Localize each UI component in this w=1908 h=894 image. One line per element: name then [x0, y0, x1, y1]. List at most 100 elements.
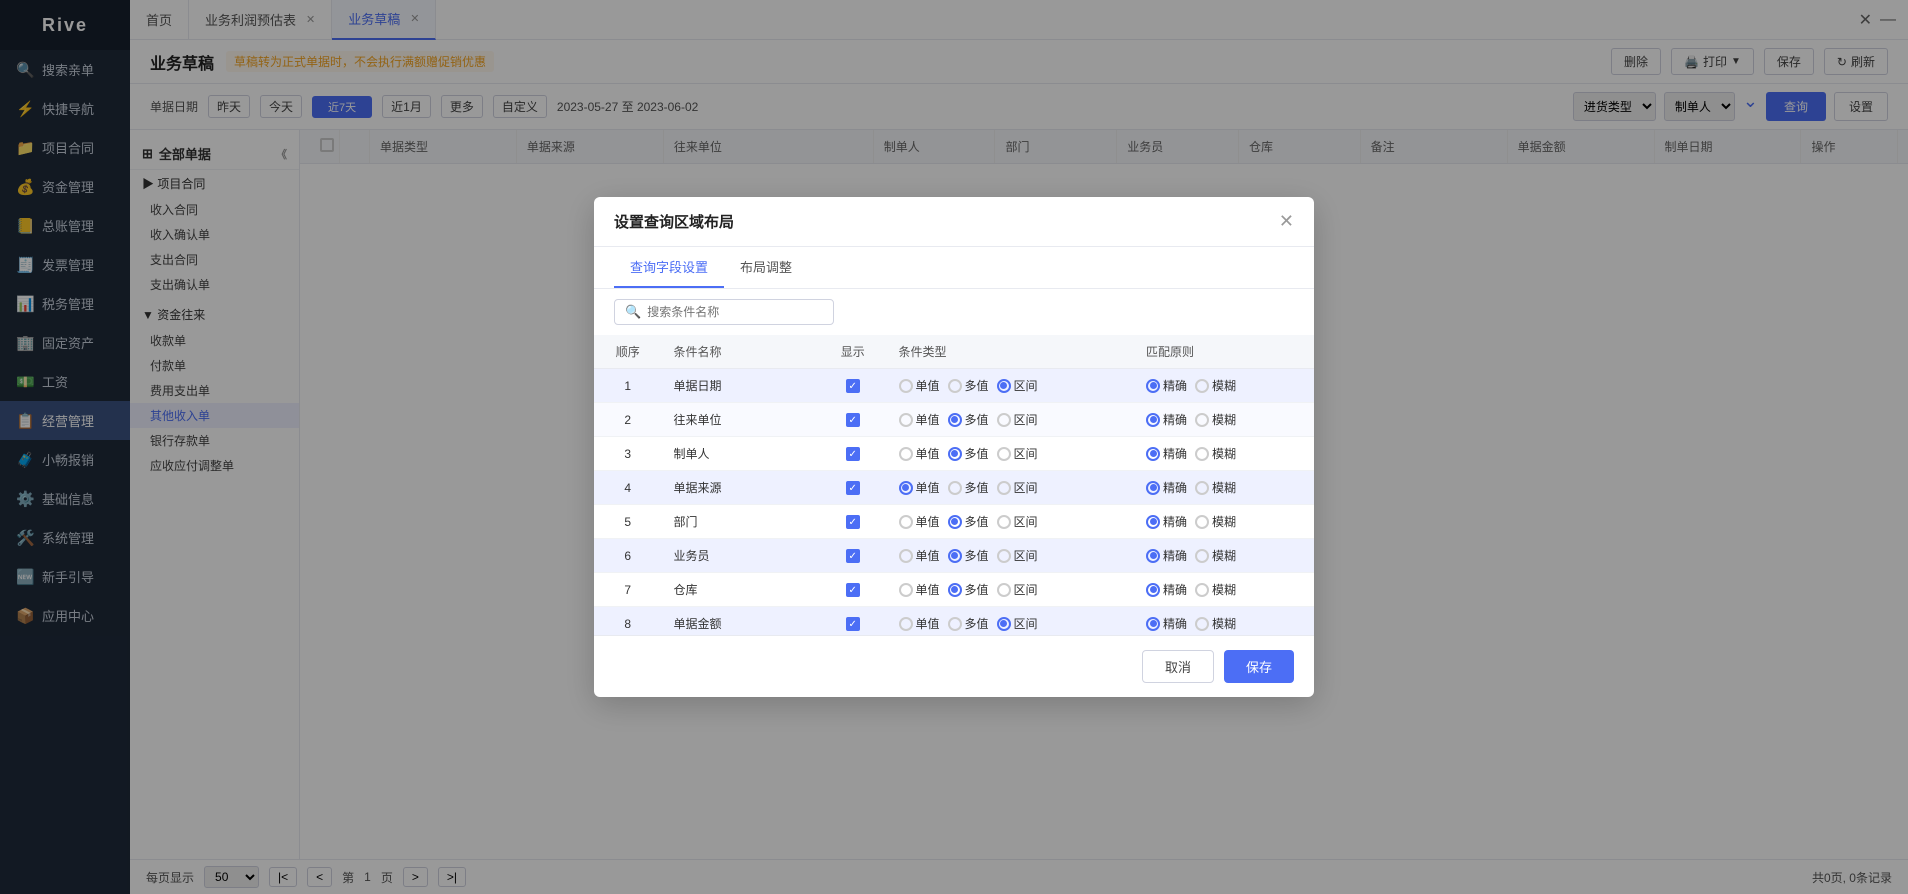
radio-precise-circle — [1146, 617, 1160, 631]
type-multi[interactable]: 多值 — [948, 615, 989, 632]
row-name: 单据日期 — [662, 369, 820, 403]
display-checkbox[interactable]: ✓ — [846, 481, 860, 495]
row-type: 单值 多值 区间 — [887, 403, 1135, 437]
match-precise[interactable]: 精确 — [1146, 615, 1187, 632]
type-multi[interactable]: 多值 — [948, 445, 989, 462]
row-order: 4 — [594, 471, 662, 505]
radio-multi-circle — [948, 481, 962, 495]
display-checkbox[interactable]: ✓ — [846, 515, 860, 529]
row-match: 精确 模糊 — [1134, 403, 1314, 437]
row-order: 8 — [594, 607, 662, 636]
row-order: 5 — [594, 505, 662, 539]
radio-precise-circle — [1146, 481, 1160, 495]
type-range[interactable]: 区间 — [997, 581, 1038, 598]
type-range[interactable]: 区间 — [997, 615, 1038, 632]
type-single[interactable]: 单值 — [899, 547, 940, 564]
type-single[interactable]: 单值 — [899, 513, 940, 530]
display-checkbox[interactable]: ✓ — [846, 413, 860, 427]
type-range[interactable]: 区间 — [997, 513, 1038, 530]
match-fuzzy[interactable]: 模糊 — [1195, 581, 1236, 598]
type-range[interactable]: 区间 — [997, 445, 1038, 462]
row-match: 精确 模糊 — [1134, 539, 1314, 573]
row-display[interactable]: ✓ — [819, 607, 887, 636]
cancel-button[interactable]: 取消 — [1142, 650, 1214, 683]
match-precise[interactable]: 精确 — [1146, 377, 1187, 394]
type-single[interactable]: 单值 — [899, 615, 940, 632]
type-multi[interactable]: 多值 — [948, 513, 989, 530]
row-type: 单值 多值 区间 — [887, 471, 1135, 505]
radio-single-circle — [899, 583, 913, 597]
row-order: 3 — [594, 437, 662, 471]
match-precise[interactable]: 精确 — [1146, 445, 1187, 462]
type-multi[interactable]: 多值 — [948, 377, 989, 394]
match-precise[interactable]: 精确 — [1146, 479, 1187, 496]
row-name: 业务员 — [662, 539, 820, 573]
table-row: 6 业务员 ✓ 单值 多值 区间 — [594, 539, 1314, 573]
radio-fuzzy-circle — [1195, 481, 1209, 495]
type-multi[interactable]: 多值 — [948, 479, 989, 496]
radio-precise-circle — [1146, 379, 1160, 393]
match-fuzzy[interactable]: 模糊 — [1195, 615, 1236, 632]
type-single[interactable]: 单值 — [899, 581, 940, 598]
row-display[interactable]: ✓ — [819, 539, 887, 573]
radio-fuzzy-circle — [1195, 447, 1209, 461]
match-precise[interactable]: 精确 — [1146, 513, 1187, 530]
table-row: 4 单据来源 ✓ 单值 多值 区间 — [594, 471, 1314, 505]
search-box: 🔍 — [614, 299, 834, 325]
radio-range-circle — [997, 549, 1011, 563]
row-match: 精确 模糊 — [1134, 607, 1314, 636]
row-display[interactable]: ✓ — [819, 369, 887, 403]
type-single[interactable]: 单值 — [899, 479, 940, 496]
row-name: 制单人 — [662, 437, 820, 471]
match-precise[interactable]: 精确 — [1146, 411, 1187, 428]
match-fuzzy[interactable]: 模糊 — [1195, 445, 1236, 462]
display-checkbox[interactable]: ✓ — [846, 379, 860, 393]
type-multi[interactable]: 多值 — [948, 411, 989, 428]
table-header-row: 顺序 条件名称 显示 条件类型 匹配原则 — [594, 335, 1314, 369]
row-display[interactable]: ✓ — [819, 403, 887, 437]
row-display[interactable]: ✓ — [819, 505, 887, 539]
display-checkbox[interactable]: ✓ — [846, 617, 860, 631]
radio-multi-circle — [948, 413, 962, 427]
radio-fuzzy-circle — [1195, 379, 1209, 393]
display-checkbox[interactable]: ✓ — [846, 447, 860, 461]
row-order: 2 — [594, 403, 662, 437]
type-range[interactable]: 区间 — [997, 479, 1038, 496]
dialog-table-scroll[interactable]: 顺序 条件名称 显示 条件类型 匹配原则 1 单据日期 ✓ — [594, 335, 1314, 635]
match-precise[interactable]: 精确 — [1146, 547, 1187, 564]
match-fuzzy[interactable]: 模糊 — [1195, 547, 1236, 564]
table-row: 8 单据金额 ✓ 单值 多值 区间 — [594, 607, 1314, 636]
row-display[interactable]: ✓ — [819, 437, 887, 471]
row-display[interactable]: ✓ — [819, 573, 887, 607]
match-precise[interactable]: 精确 — [1146, 581, 1187, 598]
type-single[interactable]: 单值 — [899, 411, 940, 428]
type-multi[interactable]: 多值 — [948, 581, 989, 598]
table-row: 5 部门 ✓ 单值 多值 区间 — [594, 505, 1314, 539]
display-checkbox[interactable]: ✓ — [846, 583, 860, 597]
match-fuzzy[interactable]: 模糊 — [1195, 479, 1236, 496]
row-display[interactable]: ✓ — [819, 471, 887, 505]
row-type: 单值 多值 区间 — [887, 607, 1135, 636]
radio-precise-circle — [1146, 549, 1160, 563]
type-range[interactable]: 区间 — [997, 377, 1038, 394]
display-checkbox[interactable]: ✓ — [846, 549, 860, 563]
type-multi[interactable]: 多值 — [948, 547, 989, 564]
radio-multi-circle — [948, 583, 962, 597]
tab-layout[interactable]: 布局调整 — [724, 247, 808, 288]
dialog-close-button[interactable]: ✕ — [1279, 211, 1294, 232]
type-range[interactable]: 区间 — [997, 411, 1038, 428]
radio-multi-circle — [948, 379, 962, 393]
table-row: 3 制单人 ✓ 单值 多值 区间 — [594, 437, 1314, 471]
radio-single-circle — [899, 379, 913, 393]
search-input[interactable] — [647, 305, 823, 319]
type-single[interactable]: 单值 — [899, 377, 940, 394]
radio-range-circle — [997, 583, 1011, 597]
save-button[interactable]: 保存 — [1224, 650, 1294, 683]
tab-query-fields[interactable]: 查询字段设置 — [614, 247, 724, 288]
match-fuzzy[interactable]: 模糊 — [1195, 411, 1236, 428]
match-fuzzy[interactable]: 模糊 — [1195, 513, 1236, 530]
match-fuzzy[interactable]: 模糊 — [1195, 377, 1236, 394]
type-single[interactable]: 单值 — [899, 445, 940, 462]
row-name: 仓库 — [662, 573, 820, 607]
type-range[interactable]: 区间 — [997, 547, 1038, 564]
